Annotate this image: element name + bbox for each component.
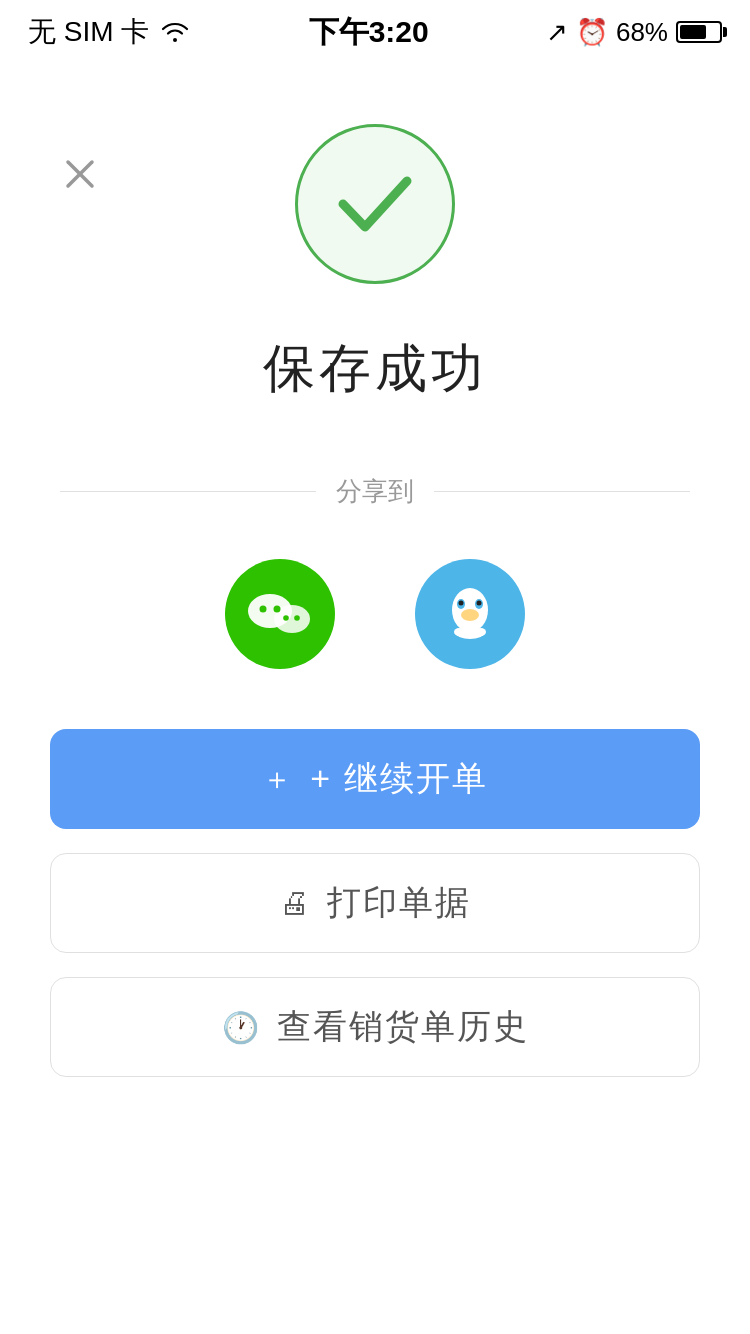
battery-fill bbox=[680, 25, 706, 39]
qq-logo-icon bbox=[441, 580, 499, 648]
history-label: 查看销货单历史 bbox=[277, 1004, 529, 1050]
status-bar: 无 SIM 卡 下午3:20 ↗ ⏰ 68% bbox=[0, 0, 750, 64]
close-button[interactable] bbox=[50, 144, 110, 204]
status-time: 下午3:20 bbox=[309, 12, 429, 53]
continue-order-label: + 继续开单 bbox=[310, 756, 487, 802]
qq-share-button[interactable] bbox=[415, 559, 525, 669]
wifi-icon bbox=[159, 20, 191, 44]
success-icon-circle bbox=[295, 124, 455, 284]
share-section: 分享到 bbox=[0, 474, 750, 669]
battery-percent: 68% bbox=[616, 17, 668, 48]
svg-point-6 bbox=[283, 615, 289, 621]
history-button[interactable]: 🕐 查看销货单历史 bbox=[50, 977, 700, 1077]
print-label: 打印单据 bbox=[327, 880, 471, 926]
checkmark-icon bbox=[335, 169, 415, 239]
svg-point-7 bbox=[294, 615, 300, 621]
alarm-icon: ⏰ bbox=[576, 17, 608, 48]
share-label: 分享到 bbox=[336, 474, 414, 509]
svg-point-12 bbox=[477, 601, 482, 606]
status-left: 无 SIM 卡 bbox=[28, 13, 191, 51]
action-buttons: ＋ + 继续开单 🖨 打印单据 🕐 查看销货单历史 bbox=[0, 729, 750, 1077]
status-right: ↗ ⏰ 68% bbox=[546, 17, 722, 48]
print-button[interactable]: 🖨 打印单据 bbox=[50, 853, 700, 953]
battery-icon bbox=[676, 21, 722, 43]
svg-point-4 bbox=[260, 606, 267, 613]
share-icons-row bbox=[225, 559, 525, 669]
svg-point-11 bbox=[459, 601, 464, 606]
divider-right bbox=[434, 491, 690, 492]
svg-point-13 bbox=[461, 609, 479, 621]
wechat-logo-icon bbox=[246, 585, 314, 643]
wechat-share-button[interactable] bbox=[225, 559, 335, 669]
plus-icon: ＋ bbox=[262, 759, 294, 800]
carrier-label: 无 SIM 卡 bbox=[28, 13, 149, 51]
history-icon: 🕐 bbox=[222, 1010, 261, 1045]
svg-point-5 bbox=[274, 606, 281, 613]
printer-icon: 🖨 bbox=[279, 886, 311, 920]
close-icon bbox=[62, 156, 98, 192]
divider-left bbox=[60, 491, 316, 492]
svg-point-15 bbox=[454, 628, 464, 636]
svg-point-16 bbox=[476, 628, 486, 636]
share-divider-row: 分享到 bbox=[0, 474, 750, 509]
location-icon: ↗ bbox=[546, 17, 568, 48]
main-content: 保存成功 分享到 bbox=[0, 64, 750, 1334]
success-title: 保存成功 bbox=[263, 334, 487, 404]
continue-order-button[interactable]: ＋ + 继续开单 bbox=[50, 729, 700, 829]
